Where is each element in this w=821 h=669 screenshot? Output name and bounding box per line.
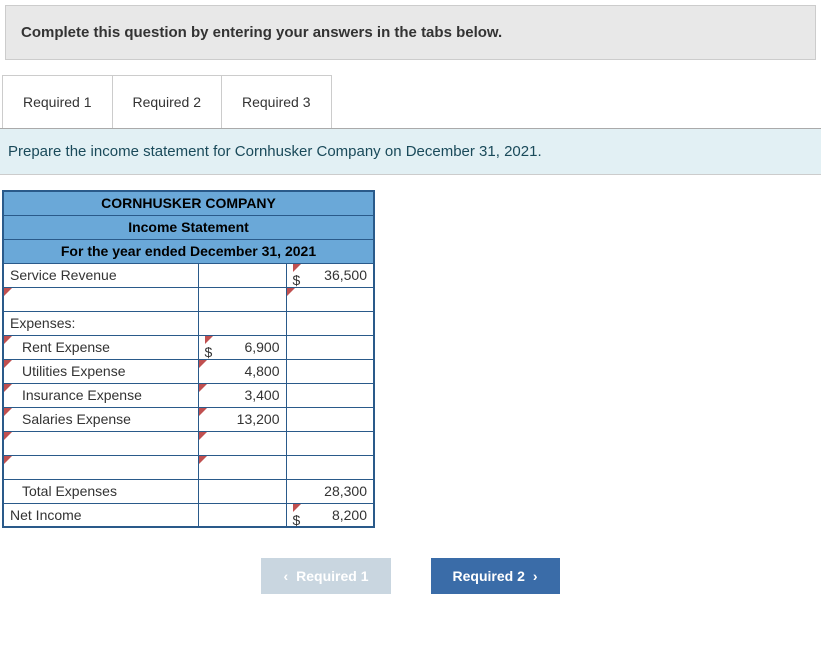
blank2-amt1[interactable] xyxy=(198,431,286,455)
blank2-label[interactable] xyxy=(3,431,198,455)
net-income-label[interactable]: Net Income xyxy=(3,503,198,527)
blank3-amt1[interactable] xyxy=(198,455,286,479)
expenses-amt2[interactable] xyxy=(286,311,374,335)
service-revenue-amt1[interactable] xyxy=(198,263,286,287)
tab-required-1[interactable]: Required 1 xyxy=(2,75,113,128)
tab-bar: Required 1 Required 2 Required 3 xyxy=(0,75,821,129)
blank-label[interactable] xyxy=(3,287,198,311)
blank2-amt2[interactable] xyxy=(286,431,374,455)
company-header: CORNHUSKER COMPANY xyxy=(3,191,374,215)
next-label: Required 2 xyxy=(453,568,525,584)
prev-label: Required 1 xyxy=(296,568,368,584)
salaries-amt[interactable]: 13,200 xyxy=(198,407,286,431)
statement-title: Income Statement xyxy=(3,215,374,239)
chevron-right-icon: › xyxy=(533,568,538,584)
row-blank-2 xyxy=(3,431,374,455)
tab-required-3[interactable]: Required 3 xyxy=(221,75,332,128)
prepare-instruction: Prepare the income statement for Cornhus… xyxy=(0,129,821,175)
net-income-amt[interactable]: 8,200 xyxy=(286,503,374,527)
salaries-amt2[interactable] xyxy=(286,407,374,431)
insurance-amt[interactable]: 3,400 xyxy=(198,383,286,407)
rent-label[interactable]: Rent Expense xyxy=(3,335,198,359)
utilities-label[interactable]: Utilities Expense xyxy=(3,359,198,383)
net-income-amt1[interactable] xyxy=(198,503,286,527)
instruction-banner: Complete this question by entering your … xyxy=(5,5,816,60)
total-exp-label[interactable]: Total Expenses xyxy=(3,479,198,503)
expenses-amt1[interactable] xyxy=(198,311,286,335)
blank3-amt2[interactable] xyxy=(286,455,374,479)
total-exp-amt[interactable]: 28,300 xyxy=(286,479,374,503)
rent-amt2[interactable] xyxy=(286,335,374,359)
row-utilities: Utilities Expense 4,800 xyxy=(3,359,374,383)
nav-footer: ‹ Required 1 Required 2 › xyxy=(0,548,821,604)
service-revenue-label[interactable]: Service Revenue xyxy=(3,263,198,287)
row-blank-1 xyxy=(3,287,374,311)
prev-button[interactable]: ‹ Required 1 xyxy=(261,558,390,594)
insurance-amt2[interactable] xyxy=(286,383,374,407)
expenses-label[interactable]: Expenses: xyxy=(3,311,198,335)
row-total-expenses: Total Expenses 28,300 xyxy=(3,479,374,503)
service-revenue-amt2[interactable]: 36,500 xyxy=(286,263,374,287)
total-exp-amt1[interactable] xyxy=(198,479,286,503)
insurance-label[interactable]: Insurance Expense xyxy=(3,383,198,407)
row-blank-3 xyxy=(3,455,374,479)
blank-amt1[interactable] xyxy=(198,287,286,311)
salaries-label[interactable]: Salaries Expense xyxy=(3,407,198,431)
income-statement: CORNHUSKER COMPANY Income Statement For … xyxy=(2,190,821,528)
row-insurance: Insurance Expense 3,400 xyxy=(3,383,374,407)
period-header: For the year ended December 31, 2021 xyxy=(3,239,374,263)
row-rent: Rent Expense 6,900 xyxy=(3,335,374,359)
blank3-label[interactable] xyxy=(3,455,198,479)
row-service-revenue: Service Revenue 36,500 xyxy=(3,263,374,287)
blank-amt2[interactable] xyxy=(286,287,374,311)
row-expenses-header: Expenses: xyxy=(3,311,374,335)
rent-amt[interactable]: 6,900 xyxy=(198,335,286,359)
row-net-income: Net Income 8,200 xyxy=(3,503,374,527)
row-salaries: Salaries Expense 13,200 xyxy=(3,407,374,431)
tab-required-2[interactable]: Required 2 xyxy=(112,75,223,128)
next-button[interactable]: Required 2 › xyxy=(431,558,560,594)
utilities-amt2[interactable] xyxy=(286,359,374,383)
chevron-left-icon: ‹ xyxy=(283,568,288,584)
utilities-amt[interactable]: 4,800 xyxy=(198,359,286,383)
